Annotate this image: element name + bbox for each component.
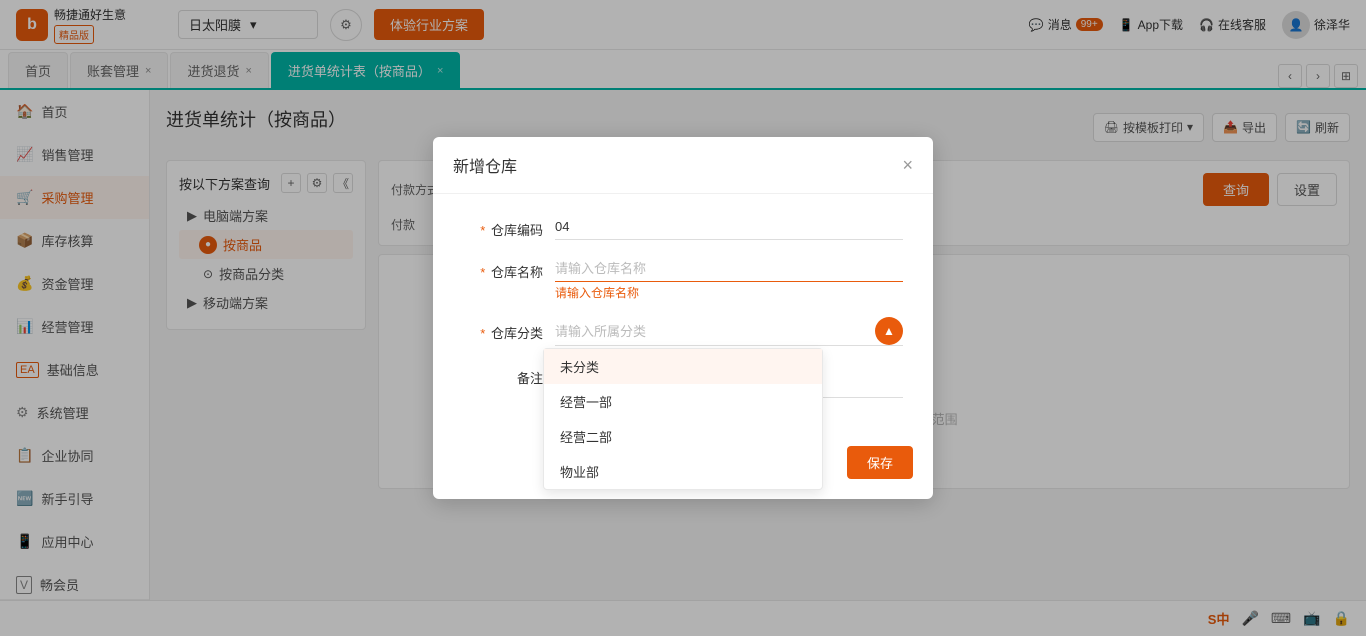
dropdown-item-dept1[interactable]: 经营一部: [544, 384, 822, 419]
code-input[interactable]: [555, 214, 903, 240]
name-field-wrap: 请输入仓库名称: [555, 256, 903, 301]
form-row-category: * 仓库分类 ▲ 未分类 经营一部 经营二部: [463, 317, 903, 346]
modal-title: 新增仓库: [453, 153, 517, 177]
form-row-name: * 仓库名称 请输入仓库名称: [463, 256, 903, 301]
dropdown-item-dept2[interactable]: 经营二部: [544, 419, 822, 454]
modal-close-icon[interactable]: ×: [902, 155, 913, 176]
dropdown-item-property[interactable]: 物业部: [544, 454, 822, 489]
name-input[interactable]: [555, 256, 903, 282]
modal-header: 新增仓库 ×: [433, 137, 933, 194]
note-label: 备注: [463, 362, 543, 387]
category-chevron-up-btn[interactable]: ▲: [875, 317, 903, 345]
category-label: * 仓库分类: [463, 317, 543, 342]
form-row-code: * 仓库编码: [463, 214, 903, 240]
modal-body: * 仓库编码 * 仓库名称 请输入仓库名称 *: [433, 194, 933, 434]
category-dropdown: 未分类 经营一部 经营二部 物业部: [543, 348, 823, 490]
name-error-msg: 请输入仓库名称: [555, 284, 903, 301]
dropdown-item-uncategorized[interactable]: 未分类: [544, 349, 822, 384]
add-warehouse-modal: 新增仓库 × * 仓库编码 * 仓库名称 请输入仓库名称: [433, 137, 933, 499]
category-input-wrap: ▲: [555, 317, 903, 346]
save-button[interactable]: 保存: [847, 446, 913, 479]
category-input[interactable]: [555, 319, 875, 344]
name-label: * 仓库名称: [463, 256, 543, 281]
code-label: * 仓库编码: [463, 214, 543, 239]
modal-overlay[interactable]: 新增仓库 × * 仓库编码 * 仓库名称 请输入仓库名称: [0, 0, 1366, 636]
